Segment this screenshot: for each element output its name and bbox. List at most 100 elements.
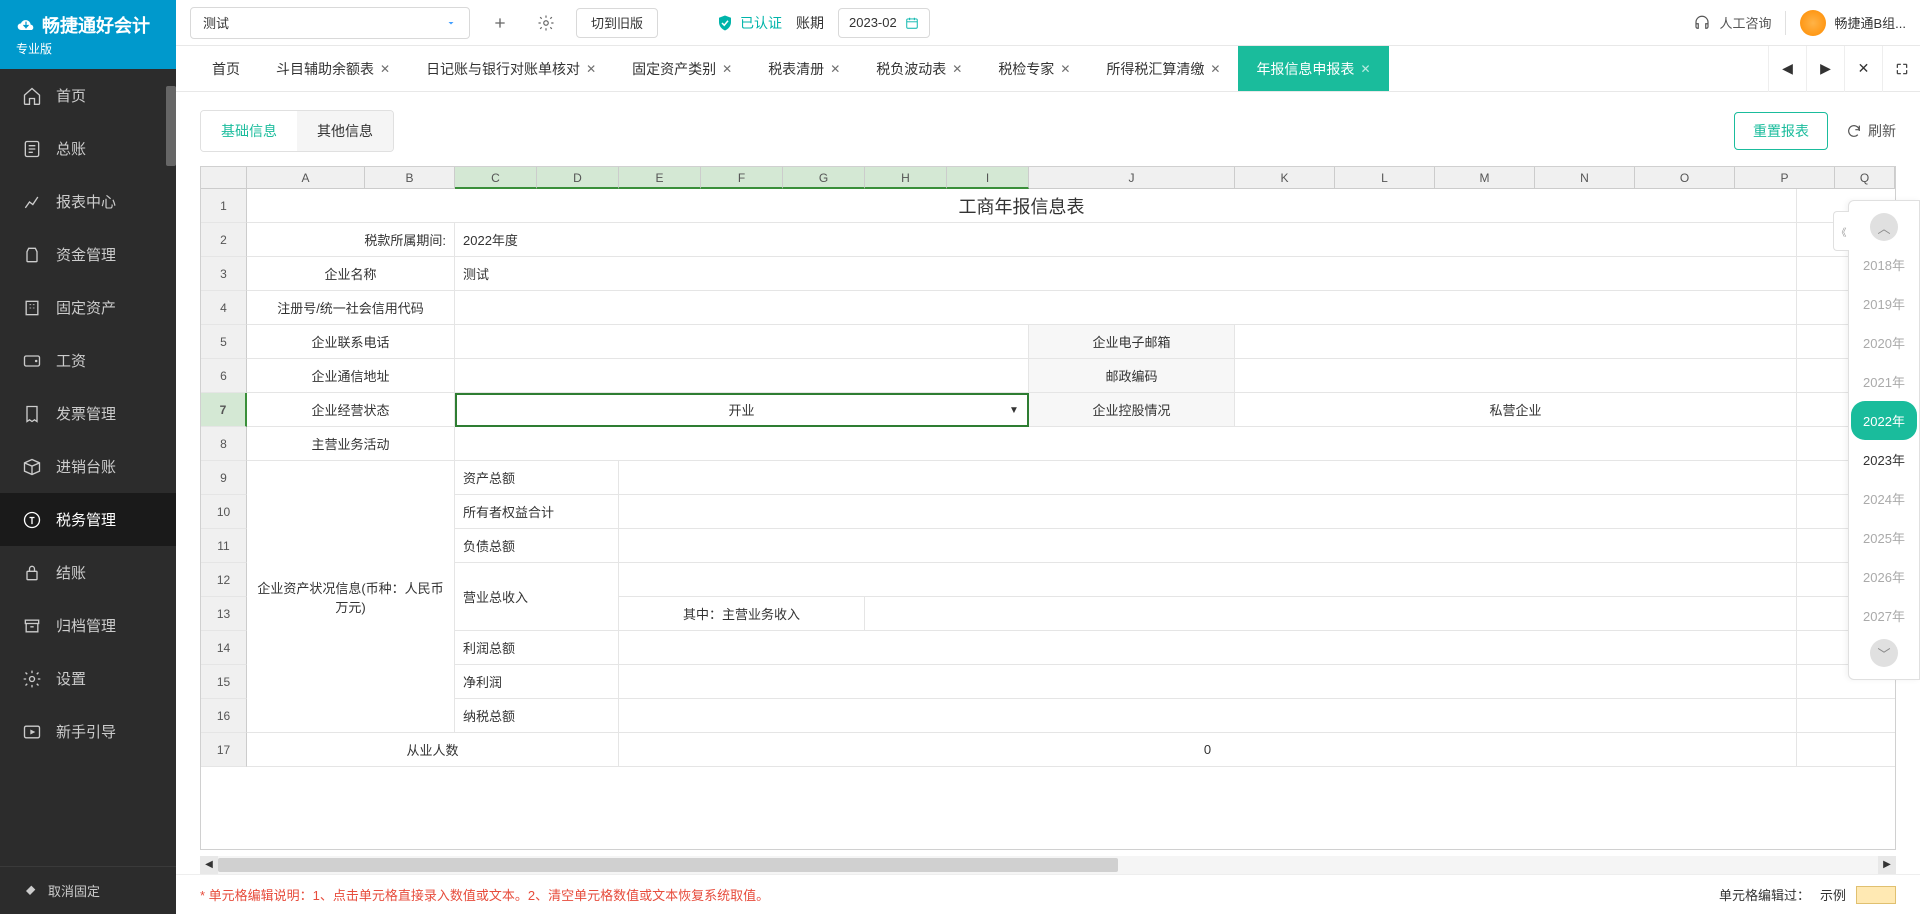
cell-f15-label[interactable]: 净利润 (455, 665, 619, 698)
cell-employees-label[interactable]: 从业人数 (247, 733, 619, 766)
fullscreen-button[interactable] (1882, 46, 1920, 92)
support-button[interactable]: 人工咨询 (1693, 13, 1771, 32)
row-4[interactable]: 4 (201, 291, 247, 325)
nav-salary[interactable]: 工资 (0, 334, 176, 387)
row-12[interactable]: 12 (201, 563, 247, 597)
row-8[interactable]: 8 (201, 427, 247, 461)
col-A[interactable]: A (247, 167, 365, 189)
col-Q[interactable]: Q (1835, 167, 1895, 189)
col-D[interactable]: D (537, 167, 619, 189)
spreadsheet[interactable]: A B C D E F G H I J K L M N O P Q 1 (200, 166, 1896, 850)
cell-asset-section[interactable]: 企业资产状况信息(币种：人民币万元) (247, 461, 455, 733)
close-icon[interactable]: ✕ (1060, 62, 1070, 76)
col-G[interactable]: G (783, 167, 865, 189)
col-K[interactable]: K (1235, 167, 1335, 189)
company-select[interactable]: 测试 (190, 7, 470, 39)
tab-3[interactable]: 固定资产类别✕ (614, 46, 750, 91)
row-7[interactable]: 7 (201, 393, 247, 427)
cell-email-value[interactable] (1235, 325, 1797, 358)
tab-4[interactable]: 税表清册✕ (750, 46, 858, 91)
row-3[interactable]: 3 (201, 257, 247, 291)
row-14[interactable]: 14 (201, 631, 247, 665)
cell-f16-val[interactable] (619, 699, 1797, 732)
row-5[interactable]: 5 (201, 325, 247, 359)
cell-f9-label[interactable]: 资产总额 (455, 461, 619, 494)
scroll-left[interactable]: ◀ (200, 856, 218, 874)
cell-f15-val[interactable] (619, 665, 1797, 698)
h-scrollbar[interactable]: ◀ ▶ (200, 856, 1896, 874)
reset-button[interactable]: 重置报表 (1734, 112, 1828, 150)
cell-reg-code-label[interactable]: 注册号/统一社会信用代码 (247, 291, 455, 324)
cell-phone-label[interactable]: 企业联系电话 (247, 325, 455, 358)
close-icon[interactable]: ✕ (1210, 62, 1220, 76)
scroll-thumb[interactable] (218, 858, 1118, 872)
sidebar-unpin[interactable]: 取消固定 (0, 866, 176, 914)
nav-close[interactable]: 结账 (0, 546, 176, 599)
cell-f13-label[interactable]: 其中：主营业务收入 (619, 597, 865, 630)
cell-f14-label[interactable]: 利润总额 (455, 631, 619, 664)
nav-guide[interactable]: 新手引导 (0, 705, 176, 758)
row-9[interactable]: 9 (201, 461, 247, 495)
tab-home[interactable]: 首页 (194, 46, 258, 91)
cell-f9-val[interactable] (619, 461, 1797, 494)
tab-5[interactable]: 税负波动表✕ (858, 46, 980, 91)
year-collapse[interactable]: 《 (1833, 211, 1849, 251)
col-P[interactable]: P (1735, 167, 1835, 189)
close-icon[interactable]: ✕ (952, 62, 962, 76)
cell-f11-label[interactable]: 负债总额 (455, 529, 619, 562)
sidebar-scrollbar[interactable] (166, 56, 176, 914)
tabs-prev[interactable]: ◀ (1768, 46, 1806, 92)
year-2022[interactable]: 2022年 (1851, 401, 1917, 440)
nav-archive[interactable]: 归档管理 (0, 599, 176, 652)
nav-assets[interactable]: 固定资产 (0, 281, 176, 334)
subtab-basic[interactable]: 基础信息 (201, 111, 297, 151)
col-B[interactable]: B (365, 167, 455, 189)
close-icon[interactable]: ✕ (722, 62, 732, 76)
row-2[interactable]: 2 (201, 223, 247, 257)
close-icon[interactable]: ✕ (830, 62, 840, 76)
year-2021[interactable]: 2021年 (1851, 362, 1917, 401)
cell-company-name-label[interactable]: 企业名称 (247, 257, 455, 290)
tab-6[interactable]: 税检专家✕ (980, 46, 1088, 91)
user-menu[interactable]: 畅捷通B组... (1800, 10, 1906, 36)
cell-f10-val[interactable] (619, 495, 1797, 528)
row-10[interactable]: 10 (201, 495, 247, 529)
dropdown-arrow[interactable]: ▼ (1005, 401, 1023, 419)
col-H[interactable]: H (865, 167, 947, 189)
cell-holding-label[interactable]: 企业控股情况 (1029, 393, 1235, 426)
tabs-close-all[interactable]: ✕ (1844, 46, 1882, 92)
cell-phone-value[interactable] (455, 325, 1029, 358)
tab-2[interactable]: 日记账与银行对账单核对✕ (408, 46, 614, 91)
year-2019[interactable]: 2019年 (1851, 284, 1917, 323)
period-input[interactable]: 2023-02 (838, 8, 930, 38)
cell-holding-value[interactable]: 私营企业 (1235, 393, 1797, 426)
cell-period-value[interactable]: 2022年度 (455, 223, 1797, 256)
nav-inventory[interactable]: 进销台账 (0, 440, 176, 493)
col-O[interactable]: O (1635, 167, 1735, 189)
close-icon[interactable]: ✕ (586, 62, 596, 76)
nav-invoice[interactable]: 发票管理 (0, 387, 176, 440)
cell-f12-label[interactable]: 营业总收入 (455, 563, 619, 631)
row-16[interactable]: 16 (201, 699, 247, 733)
cell-f14-val[interactable] (619, 631, 1797, 664)
col-C[interactable]: C (455, 167, 537, 189)
col-E[interactable]: E (619, 167, 701, 189)
cell-company-name-value[interactable]: 测试 (455, 257, 1797, 290)
year-2024[interactable]: 2024年 (1851, 479, 1917, 518)
subtab-other[interactable]: 其他信息 (297, 111, 393, 151)
cell-mainbiz-label[interactable]: 主营业务活动 (247, 427, 455, 460)
row-17[interactable]: 17 (201, 733, 247, 767)
cell-address-label[interactable]: 企业通信地址 (247, 359, 455, 392)
year-up[interactable]: ︿ (1870, 213, 1898, 241)
col-N[interactable]: N (1535, 167, 1635, 189)
col-I[interactable]: I (947, 167, 1029, 189)
nav-settings[interactable]: 设置 (0, 652, 176, 705)
year-2020[interactable]: 2020年 (1851, 323, 1917, 362)
row-1[interactable]: 1 (201, 189, 247, 223)
cell-zip-value[interactable] (1235, 359, 1797, 392)
nav-tax[interactable]: 税务管理 (0, 493, 176, 546)
row-11[interactable]: 11 (201, 529, 247, 563)
col-J[interactable]: J (1029, 167, 1235, 189)
nav-ledger[interactable]: 总账 (0, 122, 176, 175)
scroll-right[interactable]: ▶ (1878, 856, 1896, 874)
